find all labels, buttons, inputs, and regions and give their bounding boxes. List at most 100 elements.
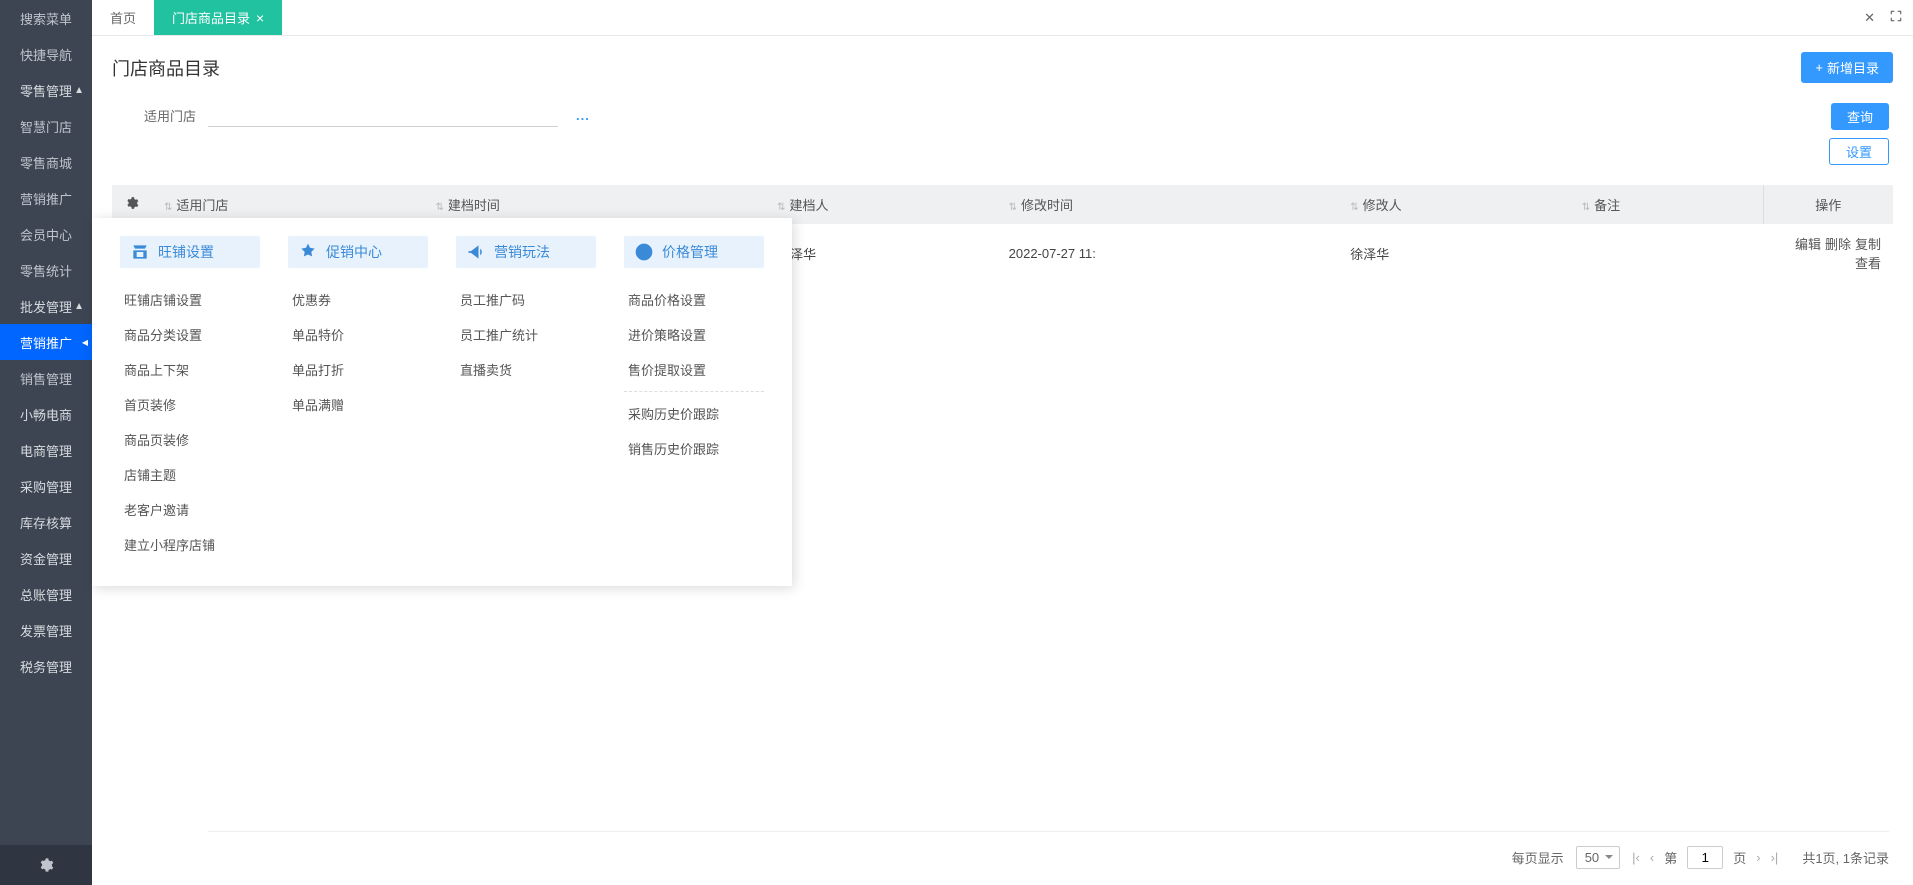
tab-0[interactable]: 首页 xyxy=(92,0,154,35)
sidebar-item-7[interactable]: 零售统计 xyxy=(0,252,92,288)
sidebar-item-2[interactable]: 零售管理▲ xyxy=(0,72,92,108)
page-prefix: 第 xyxy=(1664,848,1677,867)
promo-icon xyxy=(298,242,318,262)
flyout-item[interactable]: 销售历史价跟踪 xyxy=(624,431,764,466)
flyout-item[interactable]: 老客户邀请 xyxy=(120,492,260,527)
row-action-复制[interactable]: 复制 xyxy=(1855,237,1881,252)
caret-up-icon: ▲ xyxy=(74,301,84,312)
fullscreen-icon[interactable] xyxy=(1889,9,1903,26)
sidebar-item-8[interactable]: 批发管理▲ xyxy=(0,288,92,324)
add-catalog-button[interactable]: + 新增目录 xyxy=(1801,52,1893,83)
flyout-item[interactable]: 旺铺店铺设置 xyxy=(120,282,260,317)
sidebar-item-12[interactable]: 电商管理 xyxy=(0,432,92,468)
table-cell: 徐泽华 xyxy=(765,224,997,282)
sort-icon: ⇅ xyxy=(1009,202,1017,213)
shop-icon xyxy=(130,242,150,262)
tab-1[interactable]: 门店商品目录 × xyxy=(154,0,282,35)
row-action-编辑[interactable]: 编辑 xyxy=(1795,237,1821,252)
sidebar-item-17[interactable]: 发票管理 xyxy=(0,612,92,648)
gear-icon xyxy=(125,196,139,210)
store-filter-label: 适用门店 xyxy=(116,106,196,125)
flyout-header-2: 营销玩法 xyxy=(456,236,596,268)
sidebar-item-5[interactable]: 营销推广 xyxy=(0,180,92,216)
flyout-item[interactable]: 商品价格设置 xyxy=(624,282,764,317)
sidebar-item-9[interactable]: 营销推广◀ xyxy=(0,324,92,360)
sidebar-item-6[interactable]: 会员中心 xyxy=(0,216,92,252)
page-next[interactable]: › xyxy=(1756,850,1760,865)
flyout-item[interactable]: 店铺主题 xyxy=(120,457,260,492)
sort-icon: ⇅ xyxy=(1582,202,1590,213)
flyout-item[interactable]: 员工推广码 xyxy=(456,282,596,317)
table-header-2[interactable]: ⇅建档人 xyxy=(765,185,997,224)
store-filter-input[interactable] xyxy=(208,103,558,127)
page-prev[interactable]: ‹ xyxy=(1650,850,1654,865)
main-area: 首页门店商品目录 × ✕ 门店商品目录 + 新增目录 适用门店 ... xyxy=(92,0,1913,885)
sidebar-item-14[interactable]: 库存核算 xyxy=(0,504,92,540)
per-page-select[interactable]: 50 xyxy=(1576,846,1620,869)
table-header-ops: 操作 xyxy=(1763,185,1893,224)
sort-icon: ⇅ xyxy=(777,202,785,213)
table-header-3[interactable]: ⇅修改时间 xyxy=(997,185,1339,224)
filter-bar: 适用门店 ... 查询 设置 xyxy=(92,93,1913,185)
tab-close-icon[interactable]: × xyxy=(256,10,264,26)
sidebar-item-13[interactable]: 采购管理 xyxy=(0,468,92,504)
plus-icon: + xyxy=(1815,60,1823,75)
sidebar-item-4[interactable]: 零售商城 xyxy=(0,144,92,180)
caret-up-icon: ▲ xyxy=(74,85,84,96)
flyout-item[interactable]: 售价提取设置 xyxy=(624,352,764,387)
sidebar-item-11[interactable]: 小畅电商 xyxy=(0,396,92,432)
flyout-item[interactable]: 首页装修 xyxy=(120,387,260,422)
page-suffix: 页 xyxy=(1733,848,1746,867)
sidebar-item-3[interactable]: 智慧门店 xyxy=(0,108,92,144)
sidebar-item-16[interactable]: 总账管理 xyxy=(0,576,92,612)
flyout-item[interactable]: 商品上下架 xyxy=(120,352,260,387)
flyout-item[interactable]: 单品满赠 xyxy=(288,387,428,422)
table-cell xyxy=(1570,224,1763,282)
flyout-item[interactable]: 员工推广统计 xyxy=(456,317,596,352)
sidebar-settings[interactable] xyxy=(0,845,92,885)
table-header-5[interactable]: ⇅备注 xyxy=(1570,185,1763,224)
sidebar-item-10[interactable]: 销售管理 xyxy=(0,360,92,396)
flyout-item[interactable]: 建立小程序店铺 xyxy=(120,527,260,562)
sidebar: 搜索菜单快捷导航零售管理▲智慧门店零售商城营销推广会员中心零售统计批发管理▲营销… xyxy=(0,0,92,885)
flyout-item[interactable]: 进价策略设置 xyxy=(624,317,764,352)
marketing-flyout: 旺铺设置旺铺店铺设置商品分类设置商品上下架首页装修商品页装修店铺主题老客户邀请建… xyxy=(92,218,792,586)
flyout-item[interactable]: 商品分类设置 xyxy=(120,317,260,352)
flyout-header-3: 价格管理 xyxy=(624,236,764,268)
flyout-item[interactable]: 直播卖货 xyxy=(456,352,596,387)
page-input[interactable] xyxy=(1687,846,1723,869)
tab-label: 门店商品目录 xyxy=(172,8,250,27)
flyout-header-1: 促销中心 xyxy=(288,236,428,268)
sidebar-item-18[interactable]: 税务管理 xyxy=(0,648,92,684)
page-last[interactable]: ›| xyxy=(1771,850,1779,865)
flyout-item[interactable]: 商品页装修 xyxy=(120,422,260,457)
pagination: 每页显示 50 |‹ ‹ 第 页 › ›| 共1页, 1条记录 xyxy=(208,831,1889,869)
marketing-icon xyxy=(466,242,486,262)
sort-icon: ⇅ xyxy=(436,202,444,213)
per-page-label: 每页显示 xyxy=(1512,848,1564,867)
sidebar-item-0[interactable]: 搜索菜单 xyxy=(0,0,92,36)
sidebar-item-1[interactable]: 快捷导航 xyxy=(0,36,92,72)
sidebar-item-15[interactable]: 资金管理 xyxy=(0,540,92,576)
flyout-item[interactable]: 单品特价 xyxy=(288,317,428,352)
row-action-查看[interactable]: 查看 xyxy=(1855,256,1881,271)
table-header-4[interactable]: ⇅修改人 xyxy=(1338,185,1570,224)
filter-settings-button[interactable]: 设置 xyxy=(1829,138,1889,165)
flyout-divider xyxy=(624,391,764,392)
gear-icon xyxy=(38,857,54,873)
caret-left-icon: ◀ xyxy=(82,338,88,347)
query-button[interactable]: 查询 xyxy=(1831,103,1889,130)
flyout-item[interactable]: 采购历史价跟踪 xyxy=(624,396,764,431)
page-first[interactable]: |‹ xyxy=(1632,850,1640,865)
tab-label: 首页 xyxy=(110,8,136,27)
filter-more-button[interactable]: ... xyxy=(576,108,590,123)
table-ops-cell: 编辑删除复制查看 xyxy=(1763,224,1893,282)
flyout-item[interactable]: 单品打折 xyxy=(288,352,428,387)
flyout-column-2: 营销玩法员工推广码员工推广统计直播卖货 xyxy=(456,236,596,562)
close-all-icon[interactable]: ✕ xyxy=(1864,10,1875,26)
flyout-header-0: 旺铺设置 xyxy=(120,236,260,268)
row-action-删除[interactable]: 删除 xyxy=(1825,237,1851,252)
flyout-item[interactable]: 优惠券 xyxy=(288,282,428,317)
table-cell: 2022-07-27 11: xyxy=(997,224,1339,282)
page-info: 共1页, 1条记录 xyxy=(1802,848,1889,867)
